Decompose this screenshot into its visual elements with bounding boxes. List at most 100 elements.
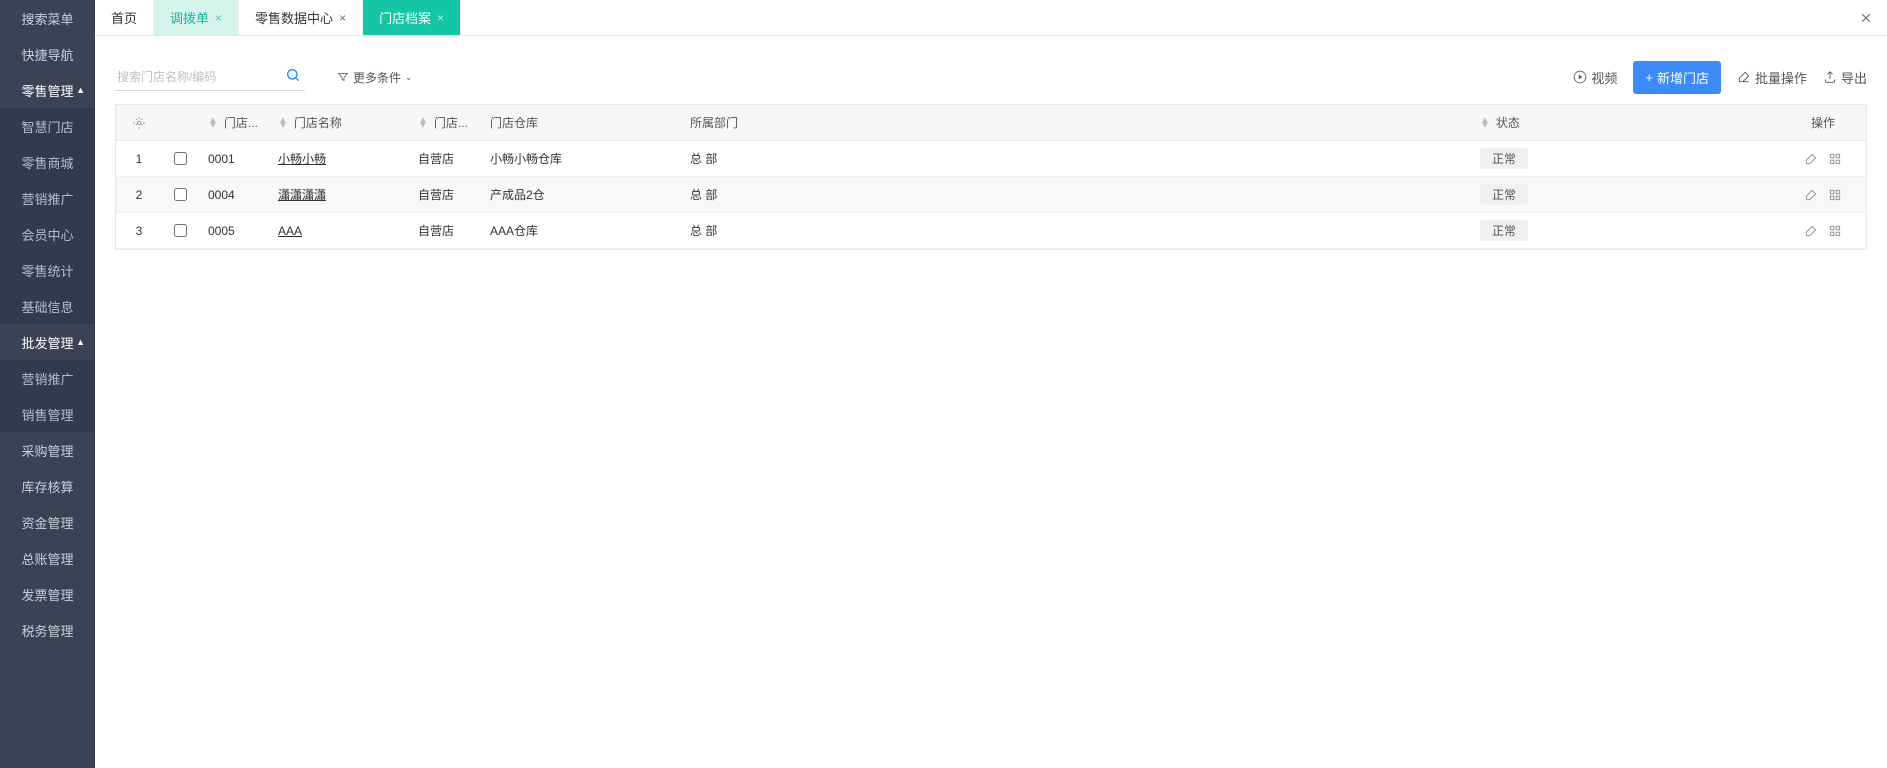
cell-type: 自营店 (408, 222, 480, 239)
col-label: 操作 (1811, 114, 1835, 131)
sidebar-item-inventory[interactable]: 库存核算 (0, 468, 95, 504)
sidebar: 搜索菜单 快捷导航 零售管理 ▲ 智慧门店 零售商城 营销推广 会员中心 零售统… (0, 0, 95, 768)
edit-row-icon[interactable] (1804, 188, 1818, 202)
table-row: 1 0001 小畅小畅 自营店小畅小畅仓库总 部正常 (116, 141, 1866, 177)
toolbar: 更多条件 ⌄ 视频 + 新增门店 批量操作 导出 (115, 50, 1867, 104)
status-badge: 正常 (1480, 220, 1528, 241)
col-name[interactable]: ▲▼ 门店名称 (268, 114, 408, 131)
sidebar-section-retail[interactable]: 零售管理 ▲ (0, 72, 95, 108)
row-index: 3 (116, 224, 162, 238)
col-warehouse: 门店仓库 (480, 114, 680, 131)
more-conditions[interactable]: 更多条件 ⌄ (337, 69, 413, 86)
search-icon[interactable] (285, 67, 301, 83)
sidebar-section-wholesale[interactable]: 批发管理 ▲ (0, 324, 95, 360)
sidebar-item-invoice[interactable]: 发票管理 (0, 576, 95, 612)
chevron-up-icon: ▲ (76, 337, 85, 347)
chevron-up-icon: ▲ (76, 85, 85, 95)
tab-label: 零售数据中心 (255, 8, 333, 27)
new-store-label: 新增门店 (1657, 68, 1709, 87)
search-input[interactable] (115, 63, 305, 91)
col-dept: 所属部门 (680, 114, 1470, 131)
col-ops: 操作 (1780, 114, 1866, 131)
edit-icon (1737, 70, 1751, 84)
table-header: ▲▼ 门店... ▲▼ 门店名称 ▲▼ 门店... 门店仓库 所属部门 (116, 105, 1866, 141)
row-checkbox[interactable] (174, 188, 187, 201)
close-icon[interactable]: × (339, 11, 346, 25)
cell-warehouse: 产成品2仓 (480, 186, 680, 203)
sidebar-item-tax[interactable]: 税务管理 (0, 612, 95, 648)
sidebar-item-basic-info[interactable]: 基础信息 (0, 288, 95, 324)
sidebar-item-member-center[interactable]: 会员中心 (0, 216, 95, 252)
more-row-icon[interactable] (1828, 152, 1842, 166)
main-area: 首页 调拨单 × 零售数据中心 × 门店档案 × (95, 0, 1887, 768)
store-table: ▲▼ 门店... ▲▼ 门店名称 ▲▼ 门店... 门店仓库 所属部门 (115, 104, 1867, 250)
col-status[interactable]: ▲▼ 状态 (1470, 114, 1780, 131)
tab-transfer-order[interactable]: 调拨单 × (154, 0, 239, 35)
close-icon[interactable]: × (215, 11, 222, 25)
gear-icon[interactable] (132, 116, 146, 130)
cell-dept: 总 部 (680, 222, 1470, 239)
sidebar-section-label: 批发管理 (21, 333, 73, 352)
row-index: 1 (116, 152, 162, 166)
play-icon (1573, 70, 1587, 84)
row-checkbox[interactable] (174, 224, 187, 237)
sidebar-item-retail-mall[interactable]: 零售商城 (0, 144, 95, 180)
cell-type: 自营店 (408, 150, 480, 167)
edit-row-icon[interactable] (1804, 224, 1818, 238)
col-type[interactable]: ▲▼ 门店... (408, 114, 480, 131)
more-row-icon[interactable] (1828, 188, 1842, 202)
cell-code: 0001 (198, 152, 268, 166)
sort-icon: ▲▼ (208, 118, 218, 128)
col-label: 门店名称 (294, 114, 342, 131)
col-code[interactable]: ▲▼ 门店... (198, 114, 268, 131)
cell-warehouse: 小畅小畅仓库 (480, 150, 680, 167)
close-icon[interactable]: × (437, 11, 444, 25)
sidebar-item-retail-stats[interactable]: 零售统计 (0, 252, 95, 288)
filter-icon (337, 71, 349, 83)
tab-home[interactable]: 首页 (95, 0, 154, 35)
plus-icon: + (1645, 70, 1653, 85)
sidebar-item-sales-mgmt[interactable]: 销售管理 (0, 396, 95, 432)
batch-label: 批量操作 (1755, 68, 1807, 87)
tab-label: 门店档案 (379, 8, 431, 27)
col-label: 门店... (434, 114, 468, 131)
sidebar-item-wholesale-marketing[interactable]: 营销推广 (0, 360, 95, 396)
tabs-bar: 首页 调拨单 × 零售数据中心 × 门店档案 × (95, 0, 1887, 36)
export-label: 导出 (1841, 68, 1867, 87)
video-label: 视频 (1591, 68, 1617, 87)
status-badge: 正常 (1480, 148, 1528, 169)
sidebar-item-marketing[interactable]: 营销推广 (0, 180, 95, 216)
sidebar-item-ledger[interactable]: 总账管理 (0, 540, 95, 576)
table-row: 20004瀟瀟瀟瀟自营店产成品2仓总 部正常 (116, 177, 1866, 213)
cell-dept: 总 部 (680, 150, 1470, 167)
close-all-tabs[interactable] (1853, 0, 1879, 35)
chevron-down-icon: ⌄ (405, 72, 413, 83)
more-row-icon[interactable] (1828, 224, 1842, 238)
status-badge: 正常 (1480, 184, 1528, 205)
col-label: 门店... (224, 114, 258, 131)
sidebar-section-label: 零售管理 (21, 81, 73, 100)
sidebar-quicknav[interactable]: 快捷导航 (0, 36, 95, 72)
search-wrap (115, 63, 305, 91)
sort-icon: ▲▼ (418, 118, 428, 128)
close-icon (1859, 11, 1873, 25)
toolbar-right: 视频 + 新增门店 批量操作 导出 (1573, 61, 1867, 94)
store-name-link[interactable]: AAA (278, 224, 302, 238)
edit-row-icon[interactable] (1804, 152, 1818, 166)
export-button[interactable]: 导出 (1823, 68, 1867, 87)
sidebar-item-smart-store[interactable]: 智慧门店 (0, 108, 95, 144)
export-icon (1823, 70, 1837, 84)
sidebar-search[interactable]: 搜索菜单 (0, 0, 95, 36)
tab-store-archive[interactable]: 门店档案 × (363, 0, 461, 35)
table-body: 10001小畅小畅自营店小畅小畅仓库总 部正常20004瀟瀟瀟瀟自营店产成品2仓… (116, 141, 1866, 249)
sidebar-item-finance[interactable]: 资金管理 (0, 504, 95, 540)
row-checkbox[interactable] (174, 152, 187, 165)
store-name-link[interactable]: 瀟瀟瀟瀟 (278, 186, 326, 203)
tab-retail-data-center[interactable]: 零售数据中心 × (239, 0, 363, 35)
video-button[interactable]: 视频 (1573, 68, 1617, 87)
store-name-link[interactable]: 小畅小畅 (278, 150, 326, 167)
new-store-button[interactable]: + 新增门店 (1633, 61, 1721, 94)
row-index: 2 (116, 188, 162, 202)
batch-button[interactable]: 批量操作 (1737, 68, 1807, 87)
sidebar-item-purchase[interactable]: 采购管理 (0, 432, 95, 468)
